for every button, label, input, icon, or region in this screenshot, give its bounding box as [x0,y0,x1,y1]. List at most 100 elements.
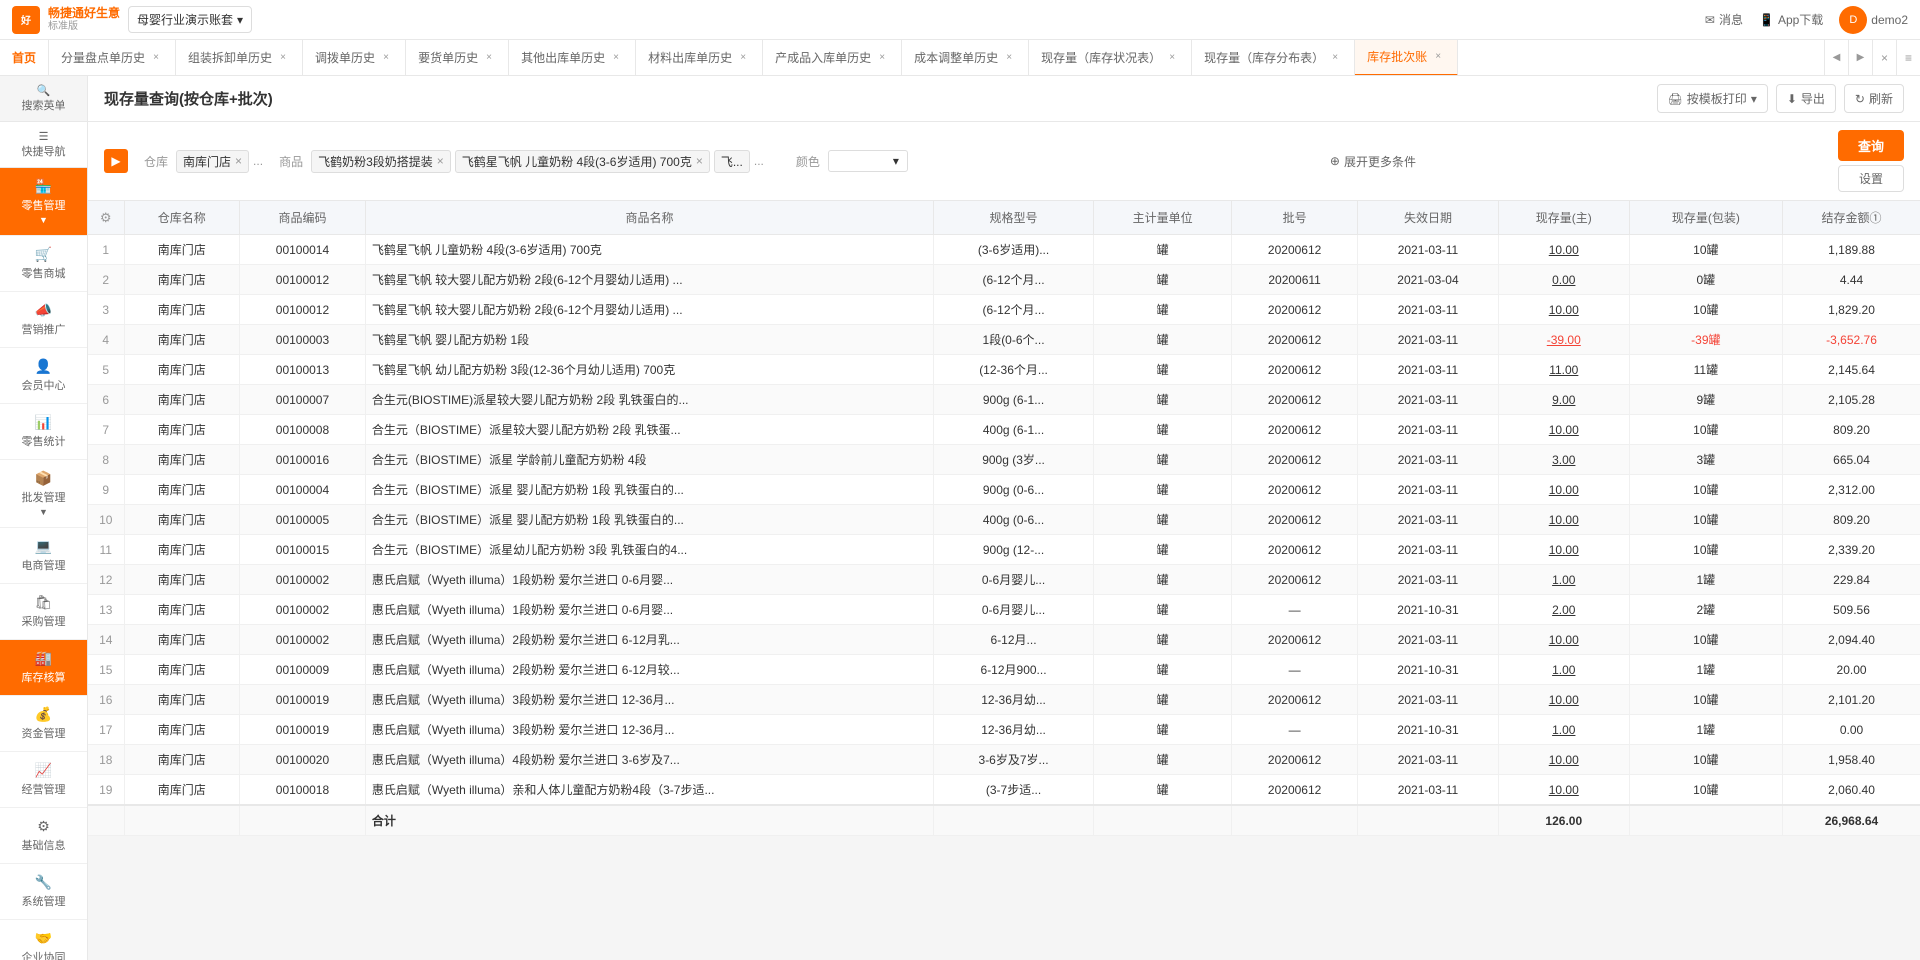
cell-qty-main[interactable]: 2.00 [1498,595,1629,625]
tab-xiancun1-close[interactable]: × [1165,51,1179,65]
cell-qty-main[interactable]: 9.00 [1498,385,1629,415]
tab-zuzhuang[interactable]: 组装拆卸单历史 × [176,40,303,76]
tab-cailiao[interactable]: 材料出库单历史 × [636,40,763,76]
sidebar-item-inventory[interactable]: 🏭 库存核算 [0,640,87,696]
query-button[interactable]: 查询 [1838,130,1904,161]
cell-qty-main[interactable]: 10.00 [1498,235,1629,265]
tab-fenpan-close[interactable]: × [149,51,163,65]
cell-qty-main[interactable]: 10.00 [1498,775,1629,806]
tab-yaohuo[interactable]: 要货单历史 × [406,40,509,76]
sidebar-item-system[interactable]: 🔧 系统管理 [0,864,87,920]
tab-diaob[interactable]: 调拨单历史 × [303,40,406,76]
tab-yaohuo-close[interactable]: × [482,51,496,65]
tab-fenpan[interactable]: 分量盘点单历史 × [49,40,176,76]
print-button[interactable]: 🖨 按模板打印 ▾ [1657,84,1768,113]
nav-menu-btn[interactable]: ≡ [1896,40,1920,76]
tab-chengben-close[interactable]: × [1002,51,1016,65]
warehouse-ellipsis[interactable]: ... [253,154,263,168]
cell-qty-pkg: 10罐 [1629,415,1782,445]
messages-btn[interactable]: ✉ 消息 [1705,11,1743,28]
tab-home[interactable]: 首页 [0,40,49,76]
sidebar-item-operation[interactable]: 📈 经营管理 [0,752,87,808]
product-tag-1[interactable]: 飞鹤奶粉3段奶搭提装 × [311,150,451,173]
cell-amount: 809.20 [1783,415,1920,445]
expand-arrow-btn[interactable]: ▶ [104,149,128,173]
nav-prev-arrow[interactable]: ◀ [1824,40,1848,76]
sidebar-item-marketing[interactable]: 📣 营销推广 [0,292,87,348]
tab-diaob-close[interactable]: × [379,51,393,65]
cell-qty-main[interactable]: 10.00 [1498,625,1629,655]
cell-qty-main[interactable]: 3.00 [1498,445,1629,475]
col-gear[interactable]: ⚙ [88,201,124,235]
tab-xiancun2-close[interactable]: × [1328,51,1342,65]
cell-code: 00100008 [240,415,366,445]
cell-name: 惠氏启赋（Wyeth illuma）1段奶粉 爱尔兰进口 0-6月婴... [365,565,933,595]
sidebar-search[interactable]: 🔍 搜索英单 [0,76,87,122]
sidebar-item-retail-stats[interactable]: 📊 零售统计 [0,404,87,460]
cell-qty-main[interactable]: 10.00 [1498,475,1629,505]
cell-qty-main[interactable]: 11.00 [1498,355,1629,385]
product-tag-more[interactable]: 飞... [714,150,750,173]
product-tag-1-remove[interactable]: × [437,154,444,168]
cell-qty-main[interactable]: 10.00 [1498,505,1629,535]
product-ellipsis[interactable]: ... [754,154,764,168]
cell-qty-main[interactable]: 10.00 [1498,295,1629,325]
refresh-button[interactable]: ↻ 刷新 [1844,84,1904,113]
tab-xiancun2[interactable]: 现存量（库存分布表） × [1192,40,1355,76]
cell-qty-main[interactable]: -39.00 [1498,325,1629,355]
sidebar-system-label: 系统管理 [22,893,66,909]
sidebar-item-enterprise[interactable]: 🤝 企业协同 [0,920,87,960]
cell-qty-main[interactable]: 10.00 [1498,685,1629,715]
tab-kucun-close[interactable]: × [1431,50,1445,64]
sidebar-item-purchase[interactable]: 🛍 采购管理 [0,584,87,640]
sidebar-item-ecommerce[interactable]: 💻 电商管理 [0,528,87,584]
tab-qita-close[interactable]: × [609,51,623,65]
tab-qita[interactable]: 其他出库单历史 × [509,40,636,76]
tab-chengpin-close[interactable]: × [875,51,889,65]
sidebar-item-wholesale[interactable]: 📦 批发管理 ▼ [0,460,87,528]
cell-qty-main[interactable]: 10.00 [1498,415,1629,445]
cell-qty-main[interactable]: 1.00 [1498,565,1629,595]
sidebar-item-basic[interactable]: ⚙ 基础信息 [0,808,87,864]
warehouse-tag[interactable]: 南库门店 × [176,150,249,173]
sidebar-item-shop[interactable]: 🛒 零售商城 [0,236,87,292]
tab-cailiao-close[interactable]: × [736,51,750,65]
cell-warehouse: 南库门店 [124,565,240,595]
tab-xiancun1[interactable]: 现存量（库存状况表） × [1029,40,1192,76]
industry-selector[interactable]: 母婴行业演示账套 ▾ [128,6,252,33]
product-tag-2[interactable]: 飞鹤星飞帆 儿童奶粉 4段(3-6岁适用) 700克 × [455,150,710,173]
cell-qty-main[interactable]: 1.00 [1498,715,1629,745]
sidebar-item-member[interactable]: 👤 会员中心 [0,348,87,404]
cell-amount: 2,094.40 [1783,625,1920,655]
tab-kucun-active[interactable]: 库存批次账 × [1355,40,1458,76]
product-tag-2-remove[interactable]: × [696,154,703,168]
cell-unit: 罐 [1093,685,1231,715]
sidebar-item-retail[interactable]: 🏪 零售管理 ▼ [0,168,87,236]
sidebar-item-finance[interactable]: 💰 资金管理 [0,696,87,752]
sidebar-quick-nav[interactable]: ☰ 快捷导航 [0,122,87,168]
cell-name: 惠氏启赋（Wyeth illuma）3段奶粉 爱尔兰进口 12-36月... [365,715,933,745]
settings-button[interactable]: 设置 [1838,165,1904,192]
expand-conditions-btn[interactable]: ⊕ 展开更多条件 [1330,153,1416,170]
nav-next-arrow[interactable]: ▶ [1848,40,1872,76]
color-dropdown[interactable]: ▾ [828,150,908,172]
cell-expire: 2021-03-11 [1358,745,1499,775]
cell-qty-main[interactable]: 10.00 [1498,535,1629,565]
tab-chengben[interactable]: 成本调整单历史 × [902,40,1029,76]
cell-qty-main[interactable]: 1.00 [1498,655,1629,685]
user-area[interactable]: D demo2 [1839,6,1908,34]
cell-no: 8 [88,445,124,475]
color-filter-label: 颜色 [796,153,820,170]
tab-zuzhuang-close[interactable]: × [276,51,290,65]
top-header: 好 畅捷通好生意 标准版 母婴行业演示账套 ▾ ✉ 消息 📱 App下载 D d… [0,0,1920,40]
warehouse-tag-remove[interactable]: × [235,154,242,168]
app-download-btn[interactable]: 📱 App下载 [1759,11,1823,28]
cell-qty-main[interactable]: 10.00 [1498,745,1629,775]
cell-warehouse: 南库门店 [124,355,240,385]
export-button[interactable]: ⬇ 导出 [1776,84,1836,113]
cell-unit: 罐 [1093,325,1231,355]
tab-chengpin[interactable]: 产成品入库单历史 × [763,40,902,76]
cell-qty-main[interactable]: 0.00 [1498,265,1629,295]
cell-spec: 12-36月幼... [934,685,1094,715]
nav-close-all-btn[interactable]: × [1872,40,1896,76]
